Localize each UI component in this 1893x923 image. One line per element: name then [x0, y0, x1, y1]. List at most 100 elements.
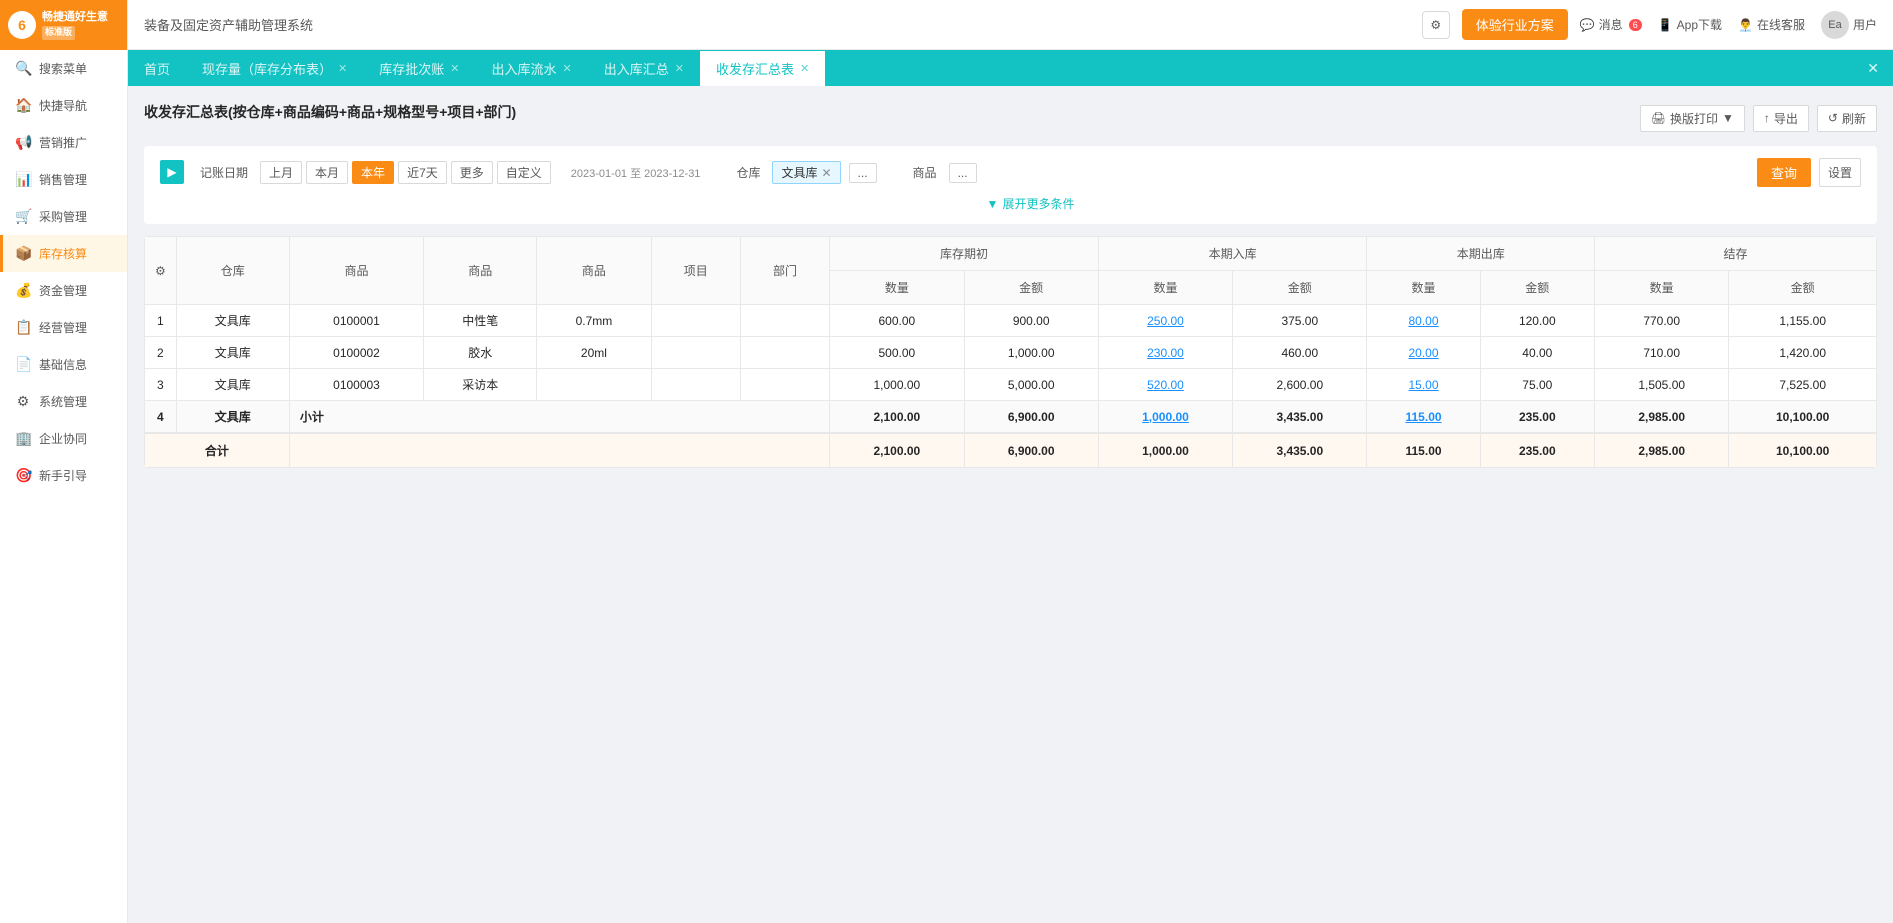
operation-icon: 📋 — [15, 319, 31, 336]
row-warehouse: 文具库 — [176, 369, 289, 401]
tab-receive-summary[interactable]: 收发存汇总表 ✕ — [700, 51, 825, 86]
tab-stock-dist[interactable]: 现存量（库存分布表） ✕ — [186, 51, 363, 86]
online-service-btn[interactable]: 👨‍💼 在线客服 — [1738, 16, 1805, 33]
warehouse-more-btn[interactable]: ... — [849, 163, 877, 183]
col-in-qty: 数量 — [1098, 271, 1232, 305]
filter-section: ▶ 记账日期 上月 本月 本年 近7天 更多 自定义 2023-01-01 至 … — [144, 146, 1877, 224]
download-icon: 📱 — [1658, 18, 1673, 32]
row-in-qty[interactable]: 230.00 — [1098, 337, 1232, 369]
sub-in-qty[interactable]: 1,000.00 — [1098, 401, 1232, 434]
row-out-qty[interactable]: 80.00 — [1367, 305, 1480, 337]
row-bal-amt: 1,155.00 — [1729, 305, 1877, 337]
row-out-amt: 40.00 — [1480, 337, 1594, 369]
settings-small-btn[interactable]: 设置 — [1819, 158, 1861, 187]
settings-icon-btn[interactable]: ⚙ — [1422, 11, 1450, 39]
row-warehouse: 文具库 — [176, 337, 289, 369]
expand-label: 展开更多条件 — [1002, 195, 1074, 212]
row-no: 2 — [145, 337, 177, 369]
date-btn-custom[interactable]: 自定义 — [497, 161, 551, 184]
app-download-btn[interactable]: 📱 App下载 — [1658, 16, 1722, 33]
row-name: 胶水 — [424, 337, 537, 369]
sidebar-item-sales[interactable]: 📊 销售管理 — [0, 161, 127, 198]
sidebar-item-label: 采购管理 — [39, 208, 87, 225]
sub-out-qty[interactable]: 115.00 — [1367, 401, 1480, 434]
row-out-qty[interactable]: 15.00 — [1367, 369, 1480, 401]
row-in-qty[interactable]: 250.00 — [1098, 305, 1232, 337]
goods-more-btn[interactable]: ... — [949, 163, 977, 183]
tab-in-out-flow[interactable]: 出入库流水 ✕ — [475, 51, 587, 86]
row-in-amt: 2,600.00 — [1233, 369, 1367, 401]
row-warehouse: 文具库 — [176, 305, 289, 337]
expand-row: ▼ 展开更多条件 — [200, 195, 1861, 212]
row-dept — [740, 337, 829, 369]
col-out-qty: 数量 — [1367, 271, 1480, 305]
sidebar-item-label: 经营管理 — [39, 319, 87, 336]
row-in-qty[interactable]: 520.00 — [1098, 369, 1232, 401]
messages-btn[interactable]: 💬 消息 6 — [1580, 16, 1642, 33]
total-in-amt: 3,435.00 — [1233, 433, 1367, 468]
sidebar-item-enterprise[interactable]: 🏢 企业协同 — [0, 420, 127, 457]
header-btn-group: 💬 消息 6 📱 App下载 👨‍💼 在线客服 Ea 用户 — [1580, 11, 1877, 39]
sidebar-item-system[interactable]: ⚙ 系统管理 — [0, 383, 127, 420]
row-no: 1 — [145, 305, 177, 337]
date-range-text: 2023-01-01 至 2023-12-31 — [571, 168, 701, 180]
sidebar-item-inventory[interactable]: 📦 库存核算 — [0, 235, 127, 272]
sidebar-item-label: 销售管理 — [39, 171, 87, 188]
refresh-button[interactable]: ↺ 刷新 — [1817, 105, 1877, 132]
system-icon: ⚙ — [15, 393, 31, 410]
sub-bal-qty: 2,985.00 — [1595, 401, 1729, 434]
date-btn-this-year[interactable]: 本年 — [352, 161, 394, 184]
online-service-label: 在线客服 — [1757, 16, 1805, 33]
col-settings[interactable]: ⚙ — [145, 237, 177, 305]
tab-close-batch[interactable]: ✕ — [450, 62, 459, 75]
tab-close-stock-dist[interactable]: ✕ — [338, 62, 347, 75]
sidebar: 6 畅捷通好生意 标准版 🔍 搜索菜单 🏠 快捷导航 📢 营销推广 📊 销售管理… — [0, 0, 128, 923]
row-out-qty[interactable]: 20.00 — [1367, 337, 1480, 369]
marketing-icon: 📢 — [15, 134, 31, 151]
message-icon: 💬 — [1580, 18, 1595, 32]
avatar: Ea — [1821, 11, 1849, 39]
trial-button[interactable]: 体验行业方案 — [1462, 9, 1568, 40]
expand-btn[interactable]: ▼ 展开更多条件 — [987, 195, 1075, 212]
total-bal-amt: 10,100.00 — [1729, 433, 1877, 468]
date-btn-last-month[interactable]: 上月 — [260, 161, 302, 184]
sidebar-item-label: 搜索菜单 — [39, 60, 87, 77]
export-button[interactable]: ↑ 导出 — [1753, 105, 1809, 132]
row-project — [651, 305, 740, 337]
date-btn-this-month[interactable]: 本月 — [306, 161, 348, 184]
tab-close-in-out-flow[interactable]: ✕ — [563, 62, 572, 75]
sidebar-item-search[interactable]: 🔍 搜索菜单 — [0, 50, 127, 87]
sidebar-item-basic-info[interactable]: 📄 基础信息 — [0, 346, 127, 383]
col-code: 商品 — [289, 237, 423, 305]
filter-row: 记账日期 上月 本月 本年 近7天 更多 自定义 2023-01-01 至 20… — [200, 158, 1861, 187]
date-btn-7days[interactable]: 近7天 — [398, 161, 447, 184]
sidebar-item-marketing[interactable]: 📢 营销推广 — [0, 124, 127, 161]
tab-close-in-out-summary[interactable]: ✕ — [675, 62, 684, 75]
tab-bar: 首页 现存量（库存分布表） ✕ 库存批次账 ✕ 出入库流水 ✕ 出入库汇总 ✕ … — [128, 50, 1893, 86]
print-button[interactable]: 🖨 换版打印 ▼ — [1640, 105, 1745, 132]
date-btn-more[interactable]: 更多 — [451, 161, 493, 184]
sidebar-item-quick-nav[interactable]: 🏠 快捷导航 — [0, 87, 127, 124]
tab-batch[interactable]: 库存批次账 ✕ — [363, 51, 475, 86]
row-code: 0100003 — [289, 369, 423, 401]
total-label: 合计 — [145, 433, 290, 468]
tab-in-out-summary[interactable]: 出入库汇总 ✕ — [588, 51, 700, 86]
user-btn[interactable]: Ea 用户 — [1821, 11, 1877, 39]
tab-home[interactable]: 首页 — [128, 51, 186, 86]
warehouse-tag-close[interactable]: ✕ — [821, 166, 831, 180]
filter-toggle-btn[interactable]: ▶ — [160, 160, 184, 184]
row-init-amt: 5,000.00 — [964, 369, 1098, 401]
sub-label: 小计 — [289, 401, 829, 434]
query-button[interactable]: 查询 — [1757, 158, 1811, 187]
sidebar-item-purchase[interactable]: 🛒 采购管理 — [0, 198, 127, 235]
sub-warehouse: 文具库 — [176, 401, 289, 434]
sidebar-item-operation[interactable]: 📋 经营管理 — [0, 309, 127, 346]
sidebar-item-guide[interactable]: 🎯 新手引导 — [0, 457, 127, 494]
table-row: 2 文具库 0100002 胶水 20ml 500.00 1,000.00 23… — [145, 337, 1877, 369]
tab-bar-close[interactable]: ✕ — [1853, 52, 1893, 85]
row-spec: 20ml — [537, 337, 651, 369]
sidebar-item-finance[interactable]: 💰 资金管理 — [0, 272, 127, 309]
total-init-qty: 2,100.00 — [830, 433, 964, 468]
tab-close-receive-summary[interactable]: ✕ — [800, 62, 809, 75]
sub-bal-amt: 10,100.00 — [1729, 401, 1877, 434]
